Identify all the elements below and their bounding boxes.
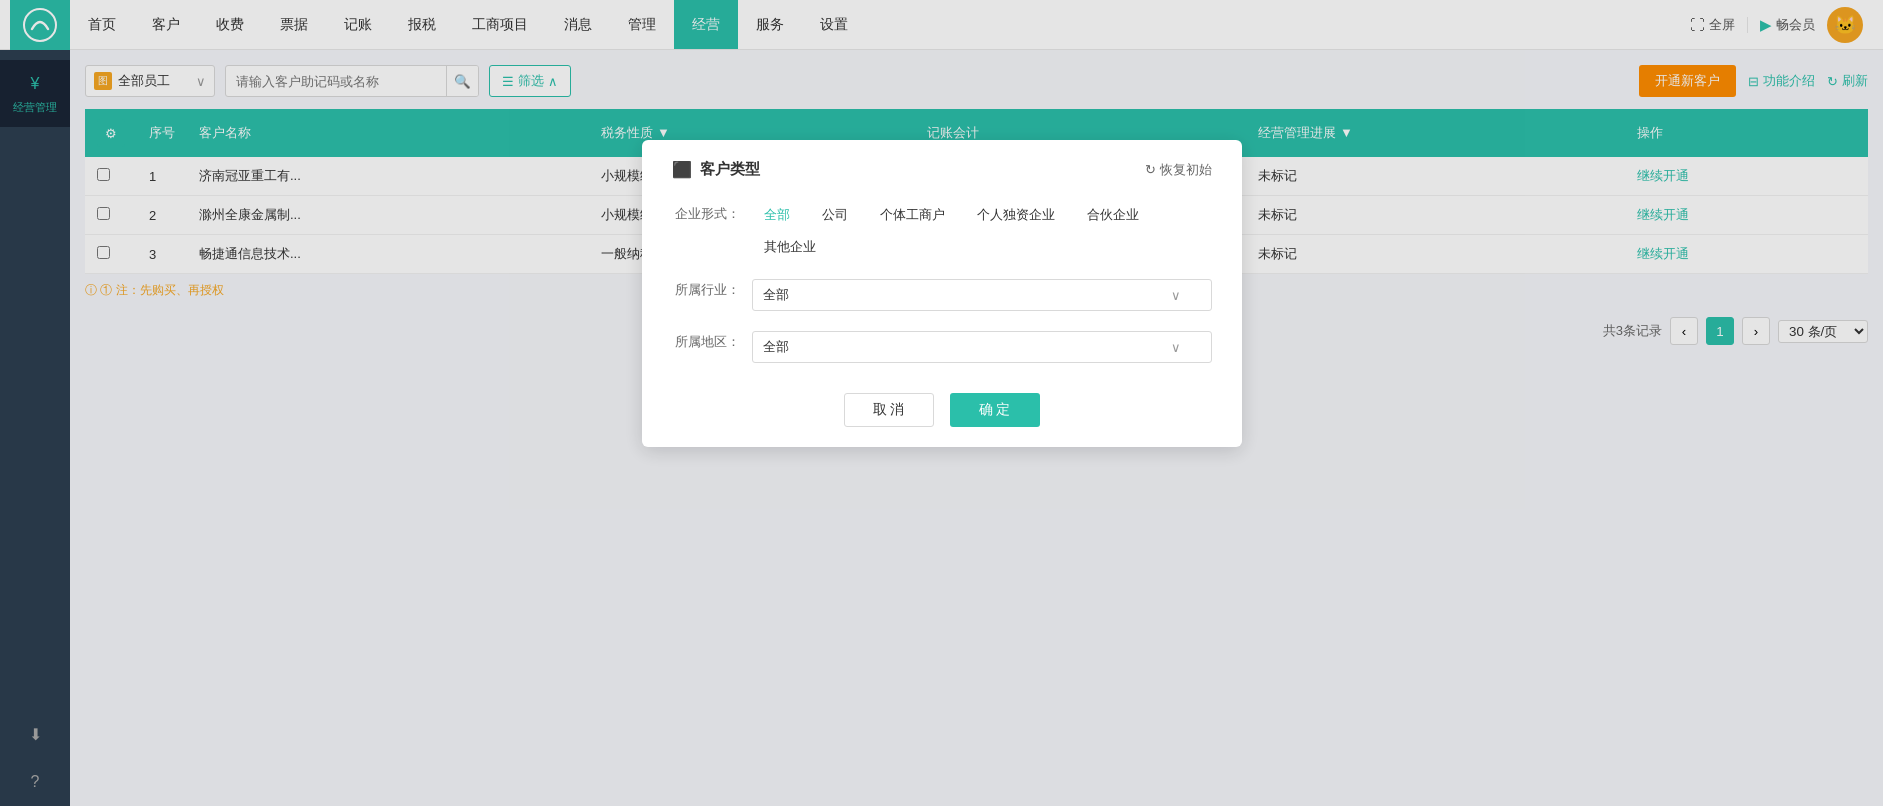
option-partnership[interactable]: 合伙企业 [1075, 203, 1151, 227]
option-individual[interactable]: 个人独资企业 [965, 203, 1067, 227]
region-label: 所属地区： [672, 331, 752, 351]
modal-overlay: ⬛ 客户类型 ↻ 恢复初始 企业形式： 全部 公司 个体工商户 个人独资企业 合… [0, 0, 1883, 806]
industry-select-wrap: 全部 ∨ [752, 279, 1212, 311]
modal-title-text: 客户类型 [700, 160, 760, 179]
region-value: 全部 [763, 338, 789, 356]
modal-reset-btn[interactable]: ↻ 恢复初始 [1145, 161, 1212, 179]
enterprise-form-row: 企业形式： 全部 公司 个体工商户 个人独资企业 合伙企业 其他企业 [672, 203, 1212, 259]
option-company[interactable]: 公司 [810, 203, 860, 227]
modal-footer: 取 消 确 定 [672, 393, 1212, 427]
modal-title: ⬛ 客户类型 [672, 160, 760, 179]
filter-modal: ⬛ 客户类型 ↻ 恢复初始 企业形式： 全部 公司 个体工商户 个人独资企业 合… [642, 140, 1242, 447]
region-row: 所属地区： 全部 ∨ [672, 331, 1212, 363]
industry-label: 所属行业： [672, 279, 752, 299]
option-sole[interactable]: 个体工商户 [868, 203, 957, 227]
confirm-button[interactable]: 确 定 [950, 393, 1040, 427]
enterprise-options: 全部 公司 个体工商户 个人独资企业 合伙企业 其他企业 [752, 203, 1212, 259]
industry-chevron-icon: ∨ [1171, 288, 1181, 303]
modal-title-icon: ⬛ [672, 160, 692, 179]
industry-value: 全部 [763, 286, 789, 304]
industry-row: 所属行业： 全部 ∨ [672, 279, 1212, 311]
region-chevron-icon: ∨ [1171, 340, 1181, 355]
reset-label: 恢复初始 [1160, 161, 1212, 179]
option-all[interactable]: 全部 [752, 203, 802, 227]
region-select-wrap: 全部 ∨ [752, 331, 1212, 363]
reset-icon: ↻ [1145, 162, 1156, 177]
enterprise-form-label: 企业形式： [672, 203, 752, 223]
region-select[interactable]: 全部 ∨ [752, 331, 1212, 363]
option-other[interactable]: 其他企业 [752, 235, 828, 259]
cancel-button[interactable]: 取 消 [844, 393, 934, 427]
modal-header: ⬛ 客户类型 ↻ 恢复初始 [672, 160, 1212, 179]
industry-select[interactable]: 全部 ∨ [752, 279, 1212, 311]
